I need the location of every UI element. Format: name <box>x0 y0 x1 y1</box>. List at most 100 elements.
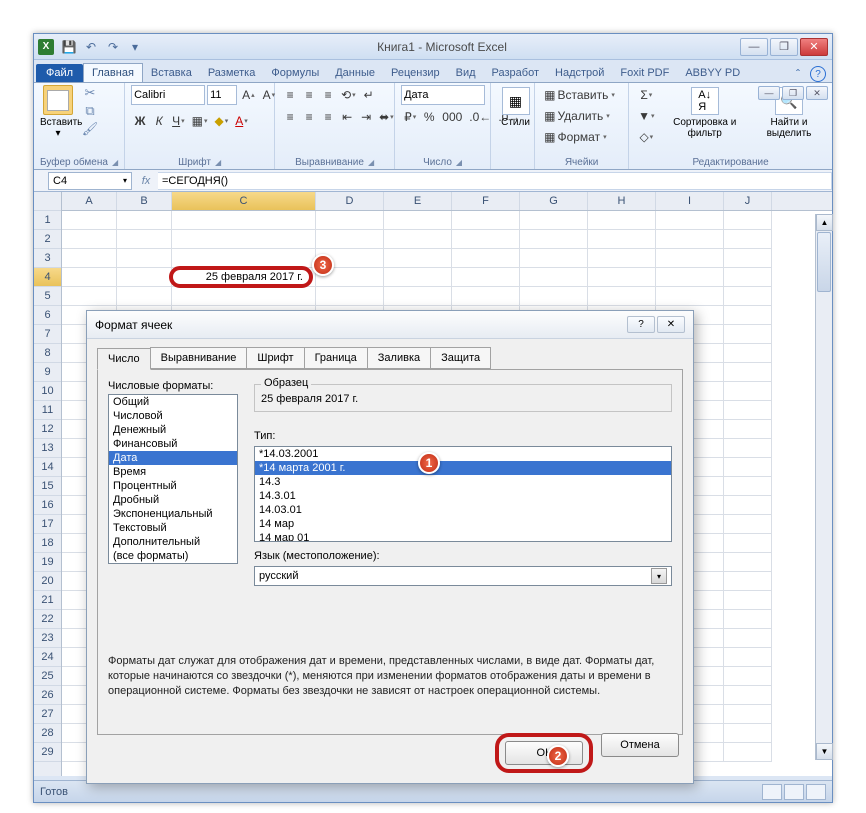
row-header-10[interactable]: 10 <box>34 382 61 401</box>
clipboard-dialog-launcher[interactable]: ◢ <box>112 158 118 167</box>
tab-foxit[interactable]: Foxit PDF <box>612 64 677 82</box>
underline-button[interactable]: Ч▾ <box>169 111 188 131</box>
col-header-J[interactable]: J <box>724 192 772 210</box>
align-left-icon[interactable]: ≡ <box>281 107 299 127</box>
tab-view[interactable]: Вид <box>448 64 484 82</box>
tab-file[interactable]: Файл <box>36 64 83 82</box>
row-header-27[interactable]: 27 <box>34 705 61 724</box>
maximize-button[interactable]: ❐ <box>770 38 798 56</box>
row-header-9[interactable]: 9 <box>34 363 61 382</box>
format-item[interactable]: Время <box>109 465 237 479</box>
tab-abbyy[interactable]: ABBYY PD <box>677 64 748 82</box>
format-item[interactable]: (все форматы) <box>109 549 237 563</box>
tab-formulas[interactable]: Формулы <box>263 64 327 82</box>
type-item[interactable]: 14.03.01 <box>255 503 671 517</box>
row-header-1[interactable]: 1 <box>34 211 61 230</box>
scroll-up-icon[interactable]: ▲ <box>816 214 833 231</box>
row-header-12[interactable]: 12 <box>34 420 61 439</box>
number-dialog-launcher[interactable]: ◢ <box>456 158 462 167</box>
row-header-8[interactable]: 8 <box>34 344 61 363</box>
format-item[interactable]: Дополнительный <box>109 535 237 549</box>
dlg-tab-protection[interactable]: Защита <box>430 347 491 369</box>
font-color-icon[interactable]: A▾ <box>232 111 251 131</box>
vertical-scrollbar[interactable]: ▲ ▼ <box>815 214 832 760</box>
type-item[interactable]: 14 мар <box>255 517 671 531</box>
view-normal-icon[interactable] <box>762 784 782 800</box>
tab-review[interactable]: Рецензир <box>383 64 448 82</box>
help-icon[interactable]: ? <box>810 66 826 82</box>
format-item[interactable]: Числовой <box>109 409 237 423</box>
ok-button[interactable]: ОК <box>505 741 583 765</box>
col-header-H[interactable]: H <box>588 192 656 210</box>
font-size-combo[interactable] <box>207 85 237 105</box>
type-list[interactable]: *14.03.2001*14 марта 2001 г.14.314.3.011… <box>254 446 672 542</box>
format-painter-icon[interactable]: 🖌 <box>82 121 98 137</box>
select-all-corner[interactable] <box>34 192 61 211</box>
row-header-11[interactable]: 11 <box>34 401 61 420</box>
format-item[interactable]: Общий <box>109 395 237 409</box>
selected-cell[interactable]: 25 февраля 2017 г. <box>169 266 313 288</box>
indent-increase-icon[interactable]: ⇥ <box>357 107 375 127</box>
col-header-C[interactable]: C <box>172 192 316 210</box>
merge-icon[interactable]: ⬌▾ <box>376 107 397 127</box>
format-item[interactable]: Процентный <box>109 479 237 493</box>
type-item[interactable]: *14 марта 2001 г. <box>255 461 671 475</box>
row-header-5[interactable]: 5 <box>34 287 61 306</box>
scroll-thumb[interactable] <box>817 232 831 292</box>
row-header-4[interactable]: 4 <box>34 268 61 287</box>
autosum-icon[interactable]: Σ▾ <box>635 85 657 105</box>
row-header-18[interactable]: 18 <box>34 534 61 553</box>
wb-close-button[interactable]: ✕ <box>806 86 828 100</box>
row-header-24[interactable]: 24 <box>34 648 61 667</box>
wb-restore-button[interactable]: ❐ <box>782 86 804 100</box>
minimize-button[interactable]: — <box>740 38 768 56</box>
col-header-A[interactable]: A <box>62 192 117 210</box>
row-header-26[interactable]: 26 <box>34 686 61 705</box>
fill-color-icon[interactable]: ◆▾ <box>211 111 231 131</box>
row-header-3[interactable]: 3 <box>34 249 61 268</box>
row-header-25[interactable]: 25 <box>34 667 61 686</box>
dlg-tab-fill[interactable]: Заливка <box>367 347 431 369</box>
view-layout-icon[interactable] <box>784 784 804 800</box>
close-button[interactable]: ✕ <box>800 38 828 56</box>
format-item[interactable]: Денежный <box>109 423 237 437</box>
row-header-15[interactable]: 15 <box>34 477 61 496</box>
type-item[interactable]: 14.3 <box>255 475 671 489</box>
row-header-19[interactable]: 19 <box>34 553 61 572</box>
tab-layout[interactable]: Разметка <box>200 64 264 82</box>
fill-icon[interactable]: ▼▾ <box>635 106 657 126</box>
row-header-17[interactable]: 17 <box>34 515 61 534</box>
alignment-dialog-launcher[interactable]: ◢ <box>368 158 374 167</box>
col-header-I[interactable]: I <box>656 192 724 210</box>
currency-icon[interactable]: ₽▾ <box>401 107 419 127</box>
comma-icon[interactable]: 000 <box>439 107 465 127</box>
qat-save-icon[interactable]: 💾 <box>60 38 78 56</box>
align-top-icon[interactable]: ≡ <box>281 85 299 105</box>
insert-cells-button[interactable]: ▦ Вставить▾ <box>541 85 627 105</box>
col-header-F[interactable]: F <box>452 192 520 210</box>
align-right-icon[interactable]: ≡ <box>319 107 337 127</box>
increase-decimal-icon[interactable]: .0← <box>466 107 494 127</box>
col-header-B[interactable]: B <box>117 192 172 210</box>
row-header-14[interactable]: 14 <box>34 458 61 477</box>
language-combo[interactable]: русский ▾ <box>254 566 672 586</box>
row-header-22[interactable]: 22 <box>34 610 61 629</box>
sort-filter-button[interactable]: A↓Я Сортировка и фильтр <box>662 85 748 141</box>
qat-redo-icon[interactable]: ↷ <box>104 38 122 56</box>
paste-button[interactable]: Вставить ▾ <box>40 85 76 139</box>
copy-icon[interactable]: ⧉ <box>82 103 98 119</box>
namebox-dropdown-icon[interactable]: ▾ <box>123 176 127 185</box>
tab-insert[interactable]: Вставка <box>143 64 200 82</box>
wrap-text-icon[interactable]: ↵ <box>360 85 378 105</box>
align-middle-icon[interactable]: ≡ <box>300 85 318 105</box>
tab-addins[interactable]: Надстрой <box>547 64 612 82</box>
font-name-combo[interactable] <box>131 85 205 105</box>
row-header-16[interactable]: 16 <box>34 496 61 515</box>
row-header-20[interactable]: 20 <box>34 572 61 591</box>
cut-icon[interactable]: ✂ <box>82 85 98 101</box>
type-item[interactable]: 14 мар 01 <box>255 531 671 542</box>
clear-icon[interactable]: ◇▾ <box>635 127 657 147</box>
col-header-G[interactable]: G <box>520 192 588 210</box>
format-item[interactable]: Финансовый <box>109 437 237 451</box>
tab-data[interactable]: Данные <box>327 64 383 82</box>
